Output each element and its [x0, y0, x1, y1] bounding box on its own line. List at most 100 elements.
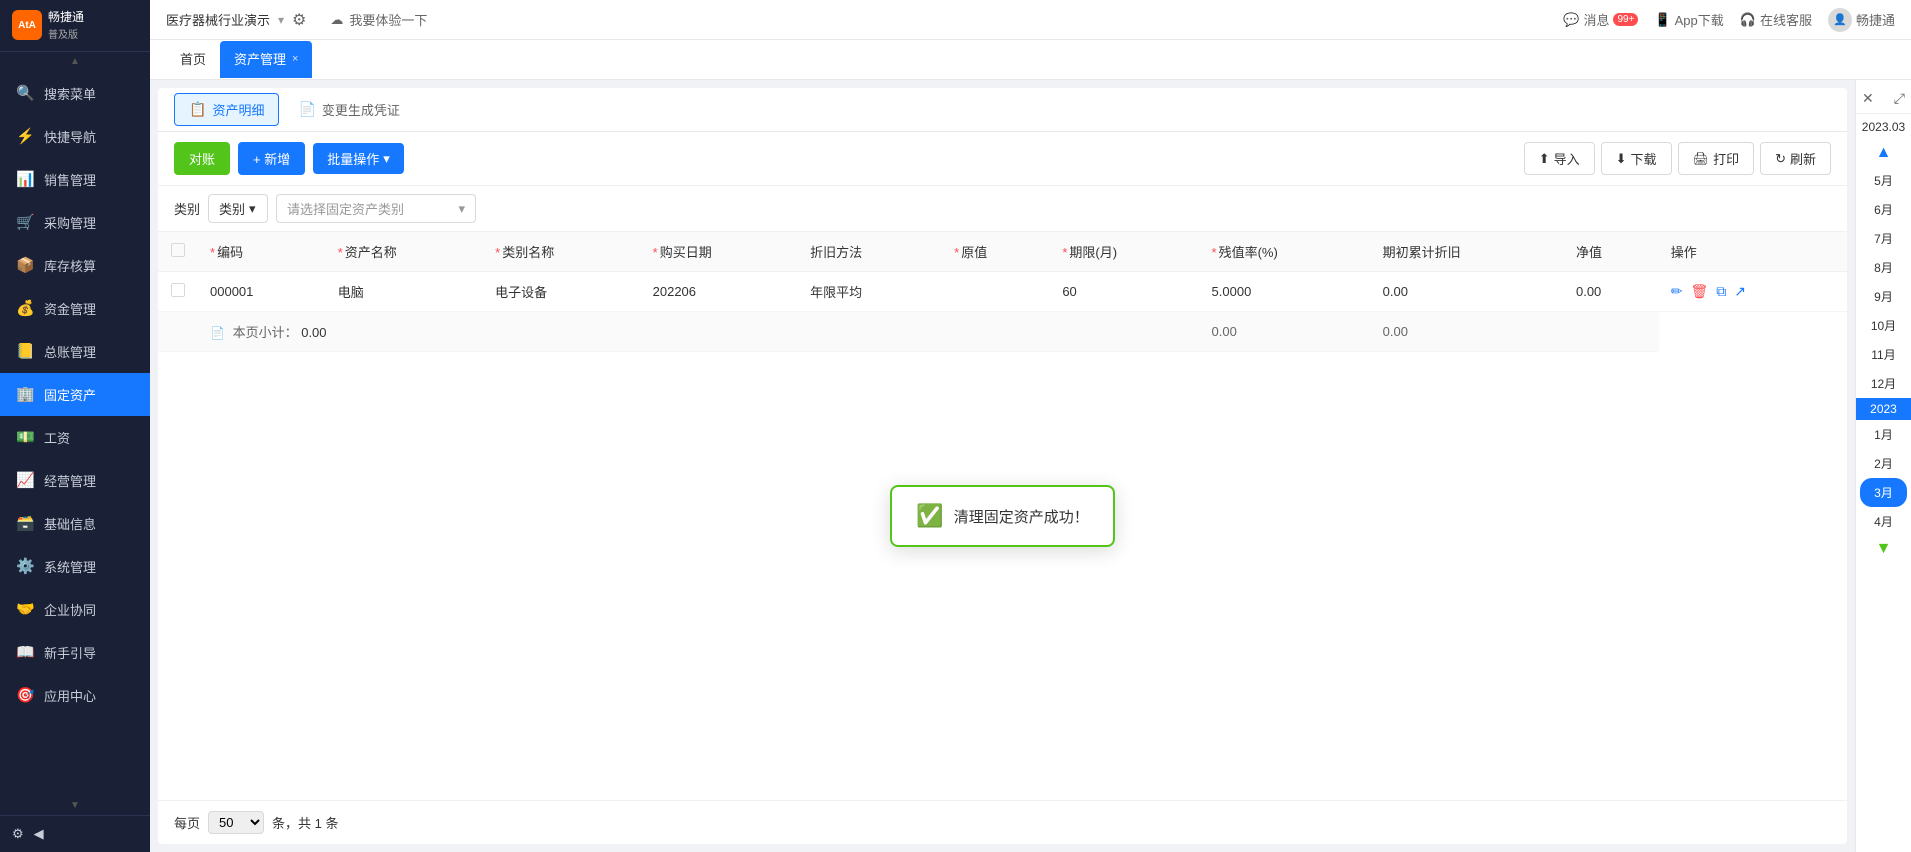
- month-item-12[interactable]: 12月: [1856, 369, 1911, 398]
- month-item-8[interactable]: 8月: [1856, 253, 1911, 282]
- month-scroll-up-btn[interactable]: ▲: [1872, 140, 1896, 166]
- settings-icon[interactable]: ⚙: [12, 826, 24, 842]
- select-all-checkbox[interactable]: [171, 243, 185, 257]
- user-name: 畅捷通: [1856, 10, 1895, 29]
- purchase-icon: 🛒: [16, 213, 34, 231]
- month-item-11[interactable]: 11月: [1856, 340, 1911, 369]
- tab-asset-management[interactable]: 资产管理 ×: [220, 41, 312, 78]
- sidebar-item-label: 企业协同: [44, 600, 96, 619]
- month-item-5[interactable]: 5月: [1856, 166, 1911, 195]
- company-dropdown-arrow[interactable]: ▾: [278, 13, 284, 27]
- system-icon: ⚙️: [16, 557, 34, 575]
- app-download-btn[interactable]: 📱 App下载: [1654, 10, 1723, 29]
- month-item-9[interactable]: 9月: [1856, 282, 1911, 311]
- sidebar-item-fixed-assets[interactable]: 🏢 固定资产: [0, 373, 150, 416]
- message-btn[interactable]: 💬 消息 99+: [1563, 10, 1638, 29]
- experience-btn[interactable]: ☁ 我要体验一下: [330, 10, 427, 29]
- reconcile-button[interactable]: 对账: [174, 142, 230, 175]
- sidebar-item-operations[interactable]: 📈 经营管理: [0, 459, 150, 502]
- success-toast: ✅ 清理固定资产成功！: [890, 485, 1114, 547]
- month-item-4[interactable]: 4月: [1856, 507, 1911, 536]
- sidebar-item-sales[interactable]: 📊 销售管理: [0, 158, 150, 201]
- basic-info-icon: 🗃️: [16, 514, 34, 532]
- sub-tab-asset-detail-label: 资产明细: [212, 100, 264, 119]
- col-net-value: 净值: [1564, 232, 1659, 272]
- sidebar-item-search[interactable]: 🔍 搜索菜单: [0, 72, 150, 115]
- online-service-btn[interactable]: 🎧 在线客服: [1740, 10, 1812, 29]
- sidebar-item-payroll[interactable]: 💵 工资: [0, 416, 150, 459]
- download-button[interactable]: ⬇ 下载: [1601, 142, 1672, 175]
- app-center-icon: 🎯: [16, 686, 34, 704]
- category-type-select[interactable]: 类别 ▾: [208, 194, 268, 223]
- edit-icon[interactable]: ✏: [1671, 283, 1683, 300]
- app-download-icon: 📱: [1654, 12, 1670, 28]
- sidebar-item-guide[interactable]: 📖 新手引导: [0, 631, 150, 674]
- inventory-icon: 📦: [16, 256, 34, 274]
- sidebar-scroll-down-icon[interactable]: ▼: [70, 800, 80, 811]
- print-icon: 🖨: [1693, 151, 1710, 167]
- cell-actions: ✏ 🗑 ⧉ ↗: [1659, 272, 1847, 312]
- sidebar-item-quick-nav[interactable]: ⚡ 快捷导航: [0, 115, 150, 158]
- panel-expand-icon[interactable]: ⤢: [1892, 88, 1907, 109]
- content-main: 📋 资产明细 📄 变更生成凭证 对账 + 新增: [158, 88, 1847, 844]
- topbar-settings-icon[interactable]: ⚙: [292, 10, 306, 30]
- sidebar-item-purchase[interactable]: 🛒 采购管理: [0, 201, 150, 244]
- sidebar-item-label: 资金管理: [44, 299, 96, 318]
- month-scroll-down-btn[interactable]: ▼: [1872, 536, 1896, 562]
- col-category: *类别名称: [483, 232, 640, 272]
- cell-name: 电脑: [326, 272, 483, 312]
- category-type-value: 类别: [219, 199, 245, 218]
- refresh-icon: ↻: [1775, 151, 1786, 167]
- topbar-right: 💬 消息 99+ 📱 App下载 🎧 在线客服 👤 畅捷通: [1563, 8, 1895, 32]
- sub-tab-change-voucher[interactable]: 📄 变更生成凭证: [283, 93, 414, 126]
- col-original-value: *原值: [942, 232, 1050, 272]
- month-item-6[interactable]: 6月: [1856, 195, 1911, 224]
- category-label: 类别: [174, 199, 200, 218]
- cell-code: 000001: [198, 272, 326, 312]
- month-item-7[interactable]: 7月: [1856, 224, 1911, 253]
- col-period: *期限(月): [1050, 232, 1199, 272]
- toast-success-icon: ✅: [916, 503, 943, 529]
- month-item-2[interactable]: 2月: [1856, 449, 1911, 478]
- main-area: 医疗器械行业演示 ▾ ⚙ ☁ 我要体验一下 💬 消息 99+ 📱 App下载 🎧…: [150, 0, 1911, 852]
- new-button[interactable]: + 新增: [238, 142, 305, 175]
- print-button[interactable]: 🖨 打印: [1678, 142, 1755, 175]
- tab-home[interactable]: 首页: [166, 41, 220, 78]
- user-avatar: 👤: [1828, 8, 1852, 32]
- sidebar-item-app-center[interactable]: 🎯 应用中心: [0, 674, 150, 717]
- sidebar-item-inventory[interactable]: 📦 库存核算: [0, 244, 150, 287]
- user-menu[interactable]: 👤 畅捷通: [1828, 8, 1895, 32]
- col-name: *资产名称: [326, 232, 483, 272]
- toast-message: 清理固定资产成功！: [954, 506, 1089, 527]
- panel-close-icon[interactable]: ✕: [1860, 88, 1876, 109]
- month-item-10[interactable]: 10月: [1856, 311, 1911, 340]
- import-button[interactable]: ⬆ 导入: [1524, 142, 1595, 175]
- batch-ops-button[interactable]: 批量操作 ▾: [313, 143, 404, 174]
- app-logo: AtA: [12, 10, 42, 40]
- delete-icon[interactable]: 🗑: [1691, 283, 1709, 300]
- category-value-select[interactable]: 请选择固定资产类别 ▾: [276, 194, 476, 223]
- sidebar-scroll-up-icon[interactable]: ▲: [70, 56, 80, 67]
- row-checkbox[interactable]: [171, 283, 185, 297]
- sidebar-item-enterprise[interactable]: 🤝 企业协同: [0, 588, 150, 631]
- sidebar-item-label: 库存核算: [44, 256, 96, 275]
- sidebar-item-label: 经营管理: [44, 471, 96, 490]
- copy-icon[interactable]: ⧉: [1716, 283, 1726, 300]
- sidebar-item-ledger[interactable]: 📒 总账管理: [0, 330, 150, 373]
- sidebar-item-basic-info[interactable]: 🗃️ 基础信息: [0, 502, 150, 545]
- per-page-select[interactable]: 50 100 200: [208, 811, 264, 834]
- more-icon[interactable]: ↗: [1734, 283, 1746, 300]
- reconcile-label: 对账: [189, 149, 215, 168]
- tab-close-icon[interactable]: ×: [292, 53, 298, 65]
- month-item-3-active[interactable]: 3月: [1860, 478, 1907, 507]
- sub-tab-asset-detail[interactable]: 📋 资产明细: [174, 93, 279, 126]
- operations-icon: 📈: [16, 471, 34, 489]
- sub-tab-change-voucher-label: 变更生成凭证: [322, 100, 400, 119]
- assets-table-wrapper: *编码 *资产名称 *类别名称 *购买日期 折旧方法 *原值 *期限(月) *残…: [158, 232, 1847, 800]
- sidebar-item-system[interactable]: ⚙️ 系统管理: [0, 545, 150, 588]
- refresh-button[interactable]: ↻ 刷新: [1760, 142, 1831, 175]
- sidebar-item-label: 快捷导航: [44, 127, 96, 146]
- month-item-1[interactable]: 1月: [1856, 420, 1911, 449]
- collapse-icon[interactable]: ◀: [34, 826, 44, 842]
- sidebar-item-finance[interactable]: 💰 资金管理: [0, 287, 150, 330]
